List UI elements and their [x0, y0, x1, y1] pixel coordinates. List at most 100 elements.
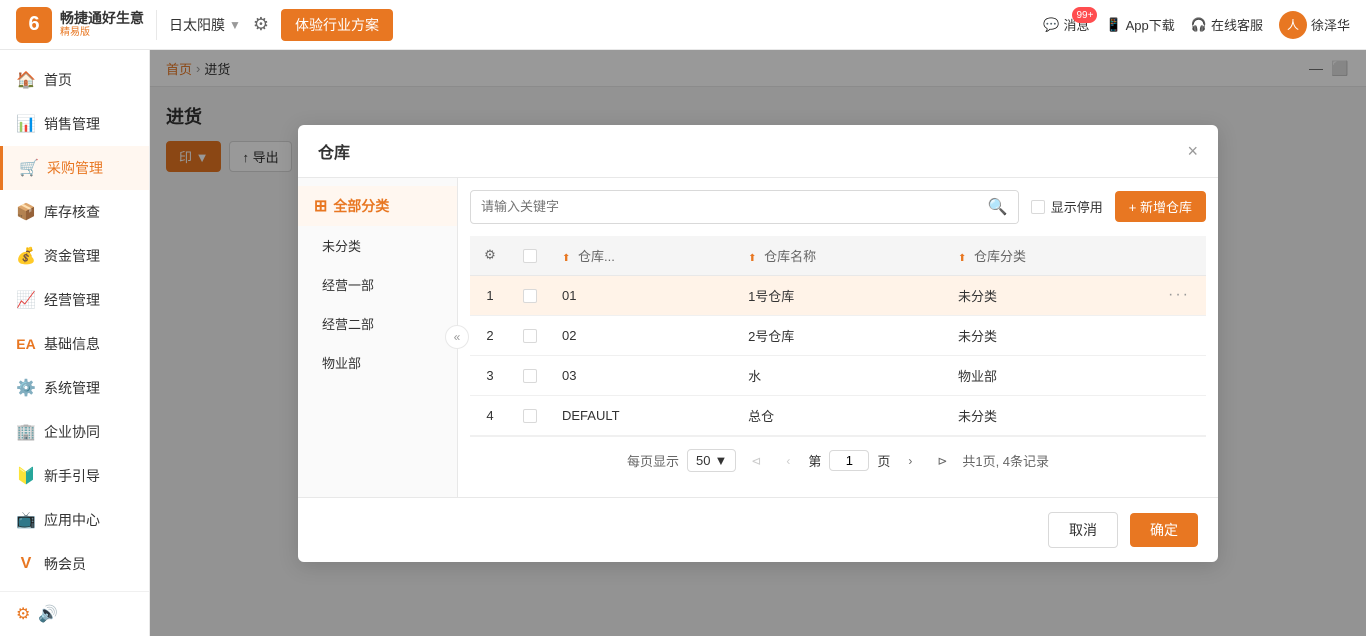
row-checkbox[interactable] — [510, 275, 550, 315]
sidebar-item-guide[interactable]: 🔰 新手引导 — [0, 454, 149, 498]
sidebar-item-purchase[interactable]: 🛒 采购管理 — [0, 146, 149, 190]
page-label: 第 — [808, 451, 821, 470]
col-name-header: ⬆ 仓库名称 — [736, 236, 946, 276]
sidebar-item-home[interactable]: 🏠 首页 — [0, 58, 149, 102]
row-checkbox[interactable] — [510, 355, 550, 395]
col-category-label: 仓库分类 — [974, 249, 1026, 264]
show-disabled-text: 显示停用 — [1051, 197, 1103, 216]
per-page-selector[interactable]: 50 ▼ — [687, 449, 736, 472]
row-actions — [1156, 355, 1206, 395]
sidebar-item-operation[interactable]: 📈 经营管理 — [0, 278, 149, 322]
modal-header: 仓库 × — [298, 125, 1218, 178]
apps-icon: 📺 — [16, 510, 36, 530]
row-code: 02 — [550, 315, 736, 355]
search-btn[interactable]: 🔍 — [978, 191, 1018, 223]
col-checkbox-header[interactable] — [510, 236, 550, 276]
row-more-btn[interactable]: ··· — [1168, 286, 1190, 303]
collapse-btn[interactable]: « — [445, 325, 469, 349]
cancel-btn[interactable]: 取消 — [1048, 512, 1118, 548]
show-disabled-checkbox-label[interactable]: 显示停用 — [1031, 197, 1103, 216]
category-item-ops2[interactable]: 经营二部 — [298, 304, 457, 343]
category-item-uncat[interactable]: 未分类 — [298, 226, 457, 265]
row-select-checkbox[interactable] — [523, 409, 537, 423]
sidebar-item-label: 库存核查 — [44, 202, 100, 222]
table-row[interactable]: 4 DEFAULT 总仓 未分类 — [470, 395, 1206, 435]
inventory-icon: 📦 — [16, 202, 36, 222]
category-all-label: 全部分类 — [333, 196, 389, 216]
table-row[interactable]: 2 02 2号仓库 未分类 — [470, 315, 1206, 355]
sidebar-item-enterprise[interactable]: 🏢 企业协同 — [0, 410, 149, 454]
show-disabled-checkbox[interactable] — [1031, 200, 1045, 214]
modal-title: 仓库 — [318, 139, 350, 163]
col-code-label: 仓库... — [578, 249, 615, 264]
sidebar-item-system[interactable]: ⚙️ 系统管理 — [0, 366, 149, 410]
sidebar-item-finance[interactable]: 💰 资金管理 — [0, 234, 149, 278]
experience-btn[interactable]: 体验行业方案 — [281, 9, 393, 41]
modal-footer: 取消 确定 — [298, 497, 1218, 562]
volume-icon[interactable]: 🔊 — [38, 604, 58, 624]
finance-icon: 💰 — [16, 246, 36, 266]
next-page-btn[interactable]: › — [898, 449, 922, 473]
row-select-checkbox[interactable] — [523, 289, 537, 303]
row-checkbox[interactable] — [510, 315, 550, 355]
table-body: 1 01 1号仓库 未分类 ··· — [470, 275, 1206, 435]
phone-icon: 📱 — [1105, 17, 1121, 33]
row-actions — [1156, 315, 1206, 355]
first-page-btn[interactable]: ⊲ — [744, 449, 768, 473]
category-item-property[interactable]: 物业部 — [298, 343, 457, 382]
layout: 🏠 首页 📊 销售管理 🛒 采购管理 📦 库存核查 💰 资金管理 📈 经营管理 … — [0, 50, 1366, 636]
row-select-checkbox[interactable] — [523, 329, 537, 343]
collapse-icon: « — [454, 330, 461, 344]
category-item-ops1[interactable]: 经营一部 — [298, 265, 457, 304]
sidebar-item-label: 资金管理 — [44, 246, 100, 266]
online-service-item[interactable]: 🎧 在线客服 — [1191, 15, 1263, 34]
enterprise-icon: 🏢 — [16, 422, 36, 442]
col-settings[interactable]: ⚙ — [470, 236, 510, 276]
sidebar-item-sales[interactable]: 📊 销售管理 — [0, 102, 149, 146]
category-item-label: 未分类 — [322, 239, 361, 254]
sidebar: 🏠 首页 📊 销售管理 🛒 采购管理 📦 库存核查 💰 资金管理 📈 经营管理 … — [0, 50, 150, 636]
app-title: 畅捷通好生意 — [60, 10, 144, 27]
settings-bottom-icon[interactable]: ⚙ — [16, 604, 30, 624]
user-name: 徐泽华 — [1311, 15, 1350, 34]
category-all-item[interactable]: ⊞ 全部分类 — [298, 186, 457, 226]
settings-icon[interactable]: ⚙ — [253, 14, 269, 35]
branch-selector[interactable]: 日太阳膜 ▼ — [169, 15, 241, 35]
app-download-label: App下载 — [1126, 15, 1175, 34]
add-warehouse-btn[interactable]: + 新增仓库 — [1115, 191, 1206, 222]
row-select-checkbox[interactable] — [523, 369, 537, 383]
confirm-btn[interactable]: 确定 — [1130, 513, 1198, 547]
row-category: 未分类 — [946, 315, 1156, 355]
select-all-checkbox[interactable] — [523, 249, 537, 263]
row-code: 01 — [550, 275, 736, 315]
grid-icon: ⊞ — [314, 196, 327, 216]
sidebar-item-basic[interactable]: EA 基础信息 — [0, 322, 149, 366]
search-input[interactable] — [471, 193, 978, 220]
table-row[interactable]: 1 01 1号仓库 未分类 ··· — [470, 275, 1206, 315]
close-btn[interactable]: × — [1187, 142, 1198, 160]
sidebar-item-member[interactable]: V 畅会员 — [0, 542, 149, 586]
page-input[interactable] — [829, 450, 869, 471]
row-category: 未分类 — [946, 395, 1156, 435]
notification-badge: 99+ — [1072, 7, 1097, 23]
row-checkbox[interactable] — [510, 395, 550, 435]
row-num: 2 — [470, 315, 510, 355]
last-page-btn[interactable]: ⊳ — [930, 449, 954, 473]
sidebar-item-label: 应用中心 — [44, 510, 100, 530]
sidebar-item-inventory[interactable]: 📦 库存核查 — [0, 190, 149, 234]
app-download-item[interactable]: 📱 App下载 — [1105, 15, 1174, 34]
prev-page-btn[interactable]: ‹ — [776, 449, 800, 473]
table-head: ⚙ ⬆ 仓库... — [470, 236, 1206, 276]
table-row[interactable]: 3 03 水 物业部 — [470, 355, 1206, 395]
sort-icon3: ⬆ — [958, 253, 966, 264]
sidebar-item-label: 系统管理 — [44, 378, 100, 398]
row-code: DEFAULT — [550, 395, 736, 435]
pagination: 每页显示 50 ▼ ⊲ ‹ 第 页 › ⊳ 共1页 — [470, 436, 1206, 485]
notification-item[interactable]: 💬 99+ 消息 — [1043, 15, 1089, 34]
user-item[interactable]: 人 徐泽华 — [1279, 11, 1350, 39]
operation-icon: 📈 — [16, 290, 36, 310]
col-category-header: ⬆ 仓库分类 — [946, 236, 1156, 276]
category-item-label: 经营二部 — [322, 317, 374, 332]
modal-body: ⊞ 全部分类 未分类 经营一部 经营二部 物业部 — [298, 178, 1218, 497]
sidebar-item-apps[interactable]: 📺 应用中心 — [0, 498, 149, 542]
